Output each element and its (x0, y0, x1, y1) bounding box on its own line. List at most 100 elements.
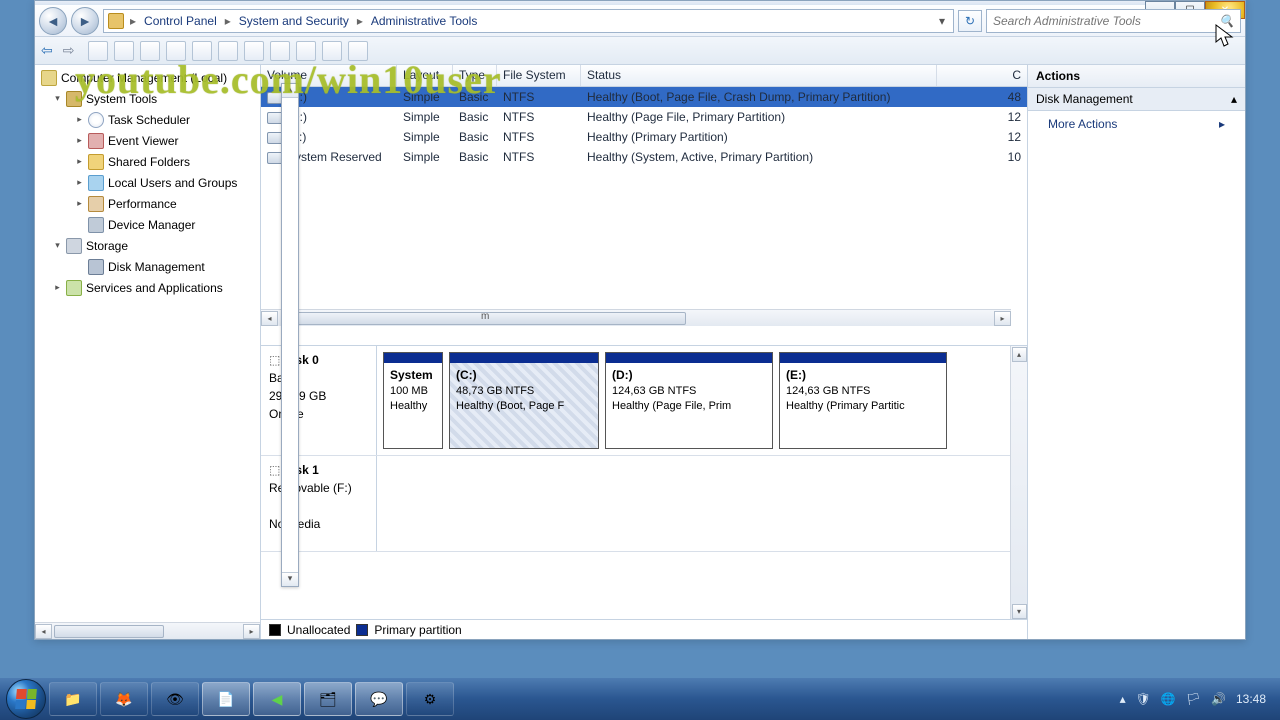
h-scrollbar[interactable]: ◂ E m ▸ (261, 309, 1011, 326)
breadcrumb[interactable]: Control Panel (142, 14, 219, 28)
expand-icon[interactable]: ▸ (75, 157, 84, 166)
tray-clock[interactable]: 13:48 (1236, 692, 1266, 706)
taskbar-app-button[interactable]: 🦊 (100, 682, 148, 716)
tray-volume-icon[interactable]: 🔊 (1211, 692, 1226, 706)
tree-item[interactable]: ▸ Shared Folders (35, 151, 260, 172)
tool-button[interactable] (166, 41, 186, 61)
scroll-right-button[interactable]: ▸ (243, 624, 260, 639)
slider-up-button[interactable]: ▴ (282, 84, 298, 98)
scroll-left-button[interactable]: ◂ (35, 624, 52, 639)
tool-button[interactable] (114, 41, 134, 61)
tree-system-tools[interactable]: ▾System Tools (35, 88, 260, 109)
partition-box[interactable]: (E:)124,63 GB NTFSHealthy (Primary Parti… (779, 352, 947, 449)
table-row[interactable]: (E:) Simple Basic NTFS Healthy (Primary … (261, 127, 1027, 147)
col-layout[interactable]: Layout (397, 65, 453, 86)
table-row[interactable]: (D:) Simple Basic NTFS Healthy (Page Fil… (261, 107, 1027, 127)
partition-box[interactable]: (D:)124,63 GB NTFSHealthy (Page File, Pr… (605, 352, 773, 449)
tool-button[interactable] (348, 41, 368, 61)
taskbar-app-button[interactable]: 🗂 (304, 682, 352, 716)
tree-root[interactable]: Computer Management (Local) (35, 67, 260, 88)
performance-icon (88, 196, 104, 212)
expand-icon[interactable]: ▸ (75, 115, 84, 124)
taskbar[interactable]: 📁 🦊 👁 📄 ◀ 🗂 💬 ⚙ ▴ 🛡 🌐 🏳 🔊 13:48 (0, 678, 1280, 720)
tree-item[interactable]: ▸Task Scheduler (35, 109, 260, 130)
table-row[interactable]: (C:) Simple Basic NTFS Healthy (Boot, Pa… (261, 87, 1027, 107)
partition-box[interactable]: System100 MBHealthy (383, 352, 443, 449)
taskbar-app-button[interactable]: 💬 (355, 682, 403, 716)
actions-section[interactable]: Disk Management ▴ (1028, 88, 1245, 111)
storage-icon (66, 238, 82, 254)
start-button[interactable] (6, 679, 46, 719)
nav-forward-button[interactable]: ► (71, 7, 99, 35)
tool-button[interactable] (218, 41, 238, 61)
tree-item-disk-mgmt[interactable]: ▸Disk Management (35, 256, 260, 277)
partition-box[interactable]: (C:)48,73 GB NTFSHealthy (Boot, Page F (449, 352, 599, 449)
scroll-down-button[interactable]: ▾ (1012, 604, 1027, 619)
tray-icon[interactable]: 🏳 (1186, 692, 1201, 706)
scroll-thumb[interactable] (54, 625, 164, 638)
tree-storage[interactable]: ▾Storage (35, 235, 260, 256)
col-status[interactable]: Status (581, 65, 937, 86)
tool-button[interactable] (296, 41, 316, 61)
disk-row[interactable]: ⬚ Disk 1 Removable (F:) No Media (261, 456, 1027, 552)
tree-item[interactable]: ▸Local Users and Groups (35, 172, 260, 193)
collapse-icon[interactable]: ▾ (53, 241, 62, 250)
back-icon[interactable]: ⇦ (41, 42, 53, 59)
col-type[interactable]: Type (453, 65, 497, 86)
tray-icon[interactable]: 🌐 (1161, 692, 1176, 706)
cell: 48 (937, 90, 1027, 104)
table-header[interactable]: Volume Layout Type File System Status C (261, 65, 1027, 87)
search-box[interactable]: 🔍 (986, 9, 1241, 33)
nav-back-button[interactable]: ◄ (39, 7, 67, 35)
refresh-button[interactable]: ↻ (958, 10, 982, 32)
system-tray[interactable]: ▴ 🛡 🌐 🏳 🔊 13:48 (1120, 692, 1274, 706)
expand-icon[interactable]: ▸ (53, 283, 62, 292)
forward-icon[interactable]: ⇨ (63, 42, 75, 59)
breadcrumb[interactable]: Administrative Tools (369, 14, 480, 28)
tree-pane[interactable]: Computer Management (Local) ▾System Tool… (35, 65, 261, 639)
disk-row[interactable]: ⬚ Disk 0 Basic 299,99 GB Online System10… (261, 346, 1027, 456)
taskbar-app-button[interactable]: ⚙ (406, 682, 454, 716)
tool-button[interactable] (244, 41, 264, 61)
zoom-slider-popup[interactable]: ▴ ▾ (281, 83, 299, 587)
address-bar[interactable]: ▸ Control Panel ▸ System and Security ▸ … (103, 9, 954, 33)
tree-services[interactable]: ▸Services and Applications (35, 277, 260, 298)
taskbar-app-button[interactable]: 📄 (202, 682, 250, 716)
breadcrumb[interactable]: System and Security (237, 14, 351, 28)
scroll-thumb[interactable] (296, 312, 686, 325)
tree-label: Shared Folders (108, 155, 190, 169)
scroll-up-button[interactable]: ▴ (1012, 347, 1027, 362)
cell: Basic (453, 150, 497, 164)
slider-down-button[interactable]: ▾ (282, 572, 298, 586)
actions-more[interactable]: More Actions ▸ (1028, 111, 1245, 137)
tool-button[interactable] (88, 41, 108, 61)
tray-chevron-icon[interactable]: ▴ (1120, 692, 1126, 706)
taskbar-explorer-button[interactable]: 📁 (49, 682, 97, 716)
col-capacity[interactable]: C (937, 65, 1027, 86)
table-row[interactable]: System Reserved Simple Basic NTFS Health… (261, 147, 1027, 167)
tool-button[interactable] (140, 41, 160, 61)
tree-item[interactable]: ▸Event Viewer (35, 130, 260, 151)
scroll-left-button[interactable]: ◂ (261, 311, 278, 326)
expand-icon[interactable]: ▸ (75, 136, 84, 145)
tool-button[interactable] (322, 41, 342, 61)
expand-icon[interactable]: ▸ (75, 199, 84, 208)
tray-icon[interactable]: 🛡 (1136, 692, 1151, 706)
tool-button[interactable] (192, 41, 212, 61)
taskbar-app-button[interactable]: ◀ (253, 682, 301, 716)
address-dropdown[interactable]: ▾ (935, 14, 949, 28)
expand-icon[interactable]: ▸ (75, 178, 84, 187)
col-filesystem[interactable]: File System (497, 65, 581, 86)
tree-item[interactable]: ▸Device Manager (35, 214, 260, 235)
collapse-icon[interactable]: ▾ (53, 94, 62, 103)
scroll-right-button[interactable]: ▸ (994, 311, 1011, 326)
search-input[interactable] (993, 14, 1219, 28)
toolbar: ⇦ ⇨ (35, 37, 1245, 65)
v-scrollbar[interactable]: ▴ ▾ (1010, 346, 1027, 621)
device-icon (88, 217, 104, 233)
tool-button[interactable] (270, 41, 290, 61)
taskbar-app-button[interactable]: 👁 (151, 682, 199, 716)
h-scrollbar[interactable]: ◂ ▸ (35, 622, 260, 639)
volume-table[interactable]: Volume Layout Type File System Status C … (261, 65, 1027, 323)
tree-item[interactable]: ▸Performance (35, 193, 260, 214)
